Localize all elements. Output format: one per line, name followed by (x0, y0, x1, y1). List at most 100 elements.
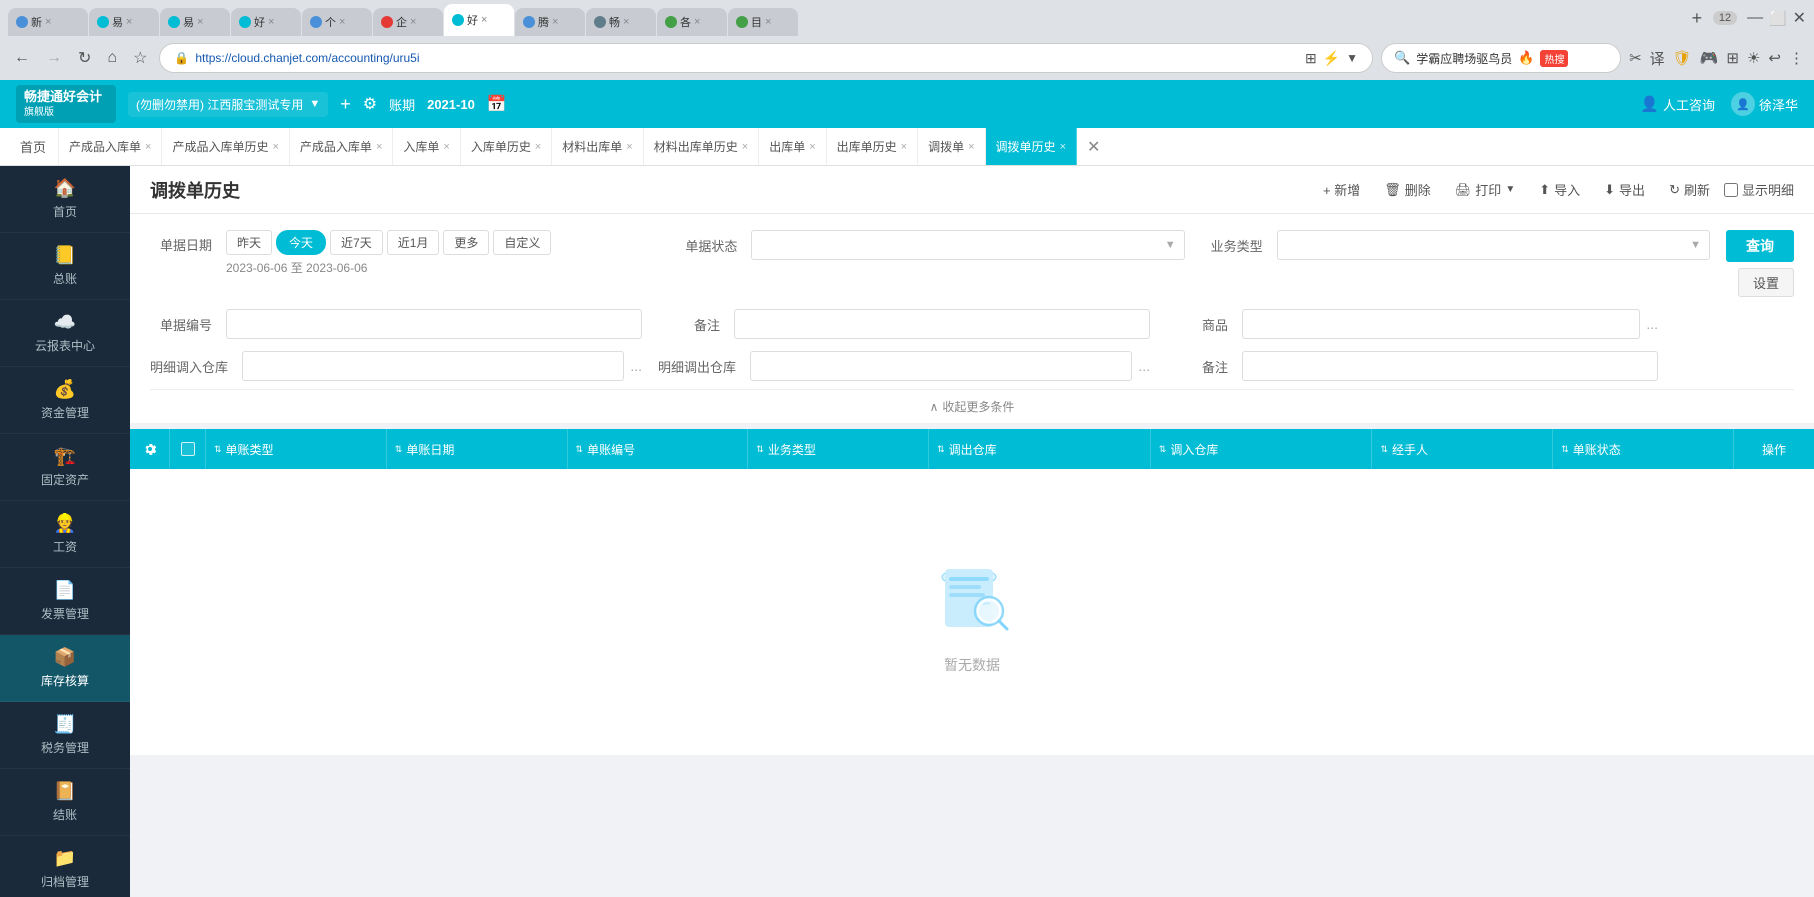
tab-11-active[interactable]: 调拨单历史 × (986, 128, 1077, 166)
th-gear[interactable] (130, 429, 170, 469)
more-icon[interactable]: ⋮ (1789, 49, 1804, 67)
tab-11-close[interactable]: × (1060, 141, 1066, 153)
address-input[interactable]: 🔒 https://cloud.chanjet.com/accounting/u… (159, 43, 1373, 73)
maximize-icon[interactable]: ⬜ (1769, 10, 1786, 27)
tab-close[interactable]: × (765, 16, 771, 28)
sidebar-item-cloud-reports[interactable]: ☁️ 云报表中心 (0, 300, 130, 367)
browser-tab-4[interactable]: 好 × (231, 8, 301, 36)
detail-remark-input[interactable] (1242, 351, 1658, 381)
status-select[interactable]: ▼ (751, 230, 1184, 260)
tab-close[interactable]: × (552, 16, 558, 28)
browser-tab-11[interactable]: 目 × (728, 8, 798, 36)
tab-10-close[interactable]: × (968, 141, 974, 153)
th-biz[interactable]: ⇅ 业务类型 (748, 429, 929, 469)
brightness-icon[interactable]: ☀ (1747, 49, 1760, 67)
tab-8[interactable]: 出库单 × (759, 128, 826, 166)
close-icon[interactable]: ✕ (1793, 8, 1806, 28)
add-company-icon[interactable]: + (340, 94, 351, 115)
header-checkbox[interactable] (181, 442, 195, 456)
tab-4[interactable]: 入库单 × (393, 128, 460, 166)
th-out[interactable]: ⇅ 调出仓库 (929, 429, 1151, 469)
tab-close[interactable]: × (623, 16, 629, 28)
date-btn-today[interactable]: 今天 (276, 230, 326, 255)
th-handler[interactable]: ⇅ 经手人 (1372, 429, 1553, 469)
sidebar-item-tax[interactable]: 🧾 税务管理 (0, 702, 130, 769)
th-into[interactable]: ⇅ 调入仓库 (1151, 429, 1373, 469)
tab-8-close[interactable]: × (809, 141, 815, 153)
tab-9[interactable]: 出库单历史 × (827, 128, 918, 166)
date-btn-1month[interactable]: 近1月 (387, 230, 440, 255)
detail-out-input[interactable] (750, 351, 1132, 381)
sidebar-item-close-account[interactable]: 📔 结账 (0, 769, 130, 836)
query-button[interactable]: 查询 (1726, 230, 1794, 262)
tab-5-close[interactable]: × (535, 141, 541, 153)
home-button[interactable]: ⌂ (103, 45, 121, 71)
sidebar-item-fixed-assets[interactable]: 🏗️ 固定资产 (0, 434, 130, 501)
tab-close[interactable]: × (694, 16, 700, 28)
calendar-icon[interactable]: 📅 (487, 94, 507, 114)
lightning-icon[interactable]: ⚡ (1323, 50, 1340, 67)
minimize-icon[interactable]: — (1747, 9, 1763, 27)
refresh-button[interactable]: ↻ 刷新 (1659, 176, 1720, 203)
goods-more-icon[interactable]: ... (1646, 316, 1658, 332)
browser-tab-2[interactable]: 易 × (89, 8, 159, 36)
sidebar-item-home[interactable]: 🏠 首页 (0, 166, 130, 233)
browser-tab-8[interactable]: 腾 × (515, 8, 585, 36)
undo-icon[interactable]: ↩ (1768, 49, 1781, 67)
date-btn-custom[interactable]: 自定义 (493, 230, 551, 255)
export-button[interactable]: ⬇ 导出 (1594, 176, 1655, 203)
show-more-checkbox[interactable]: 显示明细 (1724, 180, 1794, 199)
tab-5[interactable]: 入库单历史 × (461, 128, 552, 166)
gamepad-icon[interactable]: 🎮 (1700, 49, 1719, 67)
close-all-tabs-icon[interactable]: ✕ (1081, 137, 1106, 157)
grid-icon[interactable]: ⊞ (1726, 49, 1739, 67)
tab-close[interactable]: × (126, 16, 132, 28)
date-btn-more[interactable]: 更多 (443, 230, 489, 255)
shield-icon[interactable]: 🛡 (1673, 49, 1692, 67)
import-button[interactable]: ⬆ 导入 (1529, 176, 1590, 203)
goods-input[interactable] (1242, 309, 1640, 339)
tab-10[interactable]: 调拨单 × (918, 128, 985, 166)
scissors-icon[interactable]: ✂ (1629, 49, 1642, 67)
forward-button[interactable]: → (42, 45, 66, 71)
th-date[interactable]: ⇅ 单账日期 (387, 429, 568, 469)
th-type[interactable]: ⇅ 单账类型 (206, 429, 387, 469)
browser-tab-10[interactable]: 各 × (657, 8, 727, 36)
tab-9-close[interactable]: × (901, 141, 907, 153)
tab-grid-icon[interactable]: ⊞ (1305, 50, 1317, 67)
user-menu[interactable]: 👤 徐泽华 (1731, 92, 1798, 116)
biztype-select[interactable]: ▼ (1277, 230, 1710, 260)
browser-tab-7[interactable]: 好 × (444, 4, 514, 36)
th-checkbox[interactable] (170, 429, 206, 469)
company-selector[interactable]: (勿删勿禁用) 江西服宝测试专用 ▼ (128, 92, 328, 117)
tab-close[interactable]: × (45, 16, 51, 28)
th-num[interactable]: ⇅ 单账编号 (568, 429, 749, 469)
settings-icon[interactable]: ⚙ (363, 94, 377, 114)
sidebar-item-invoice[interactable]: 📄 发票管理 (0, 568, 130, 635)
remark-input[interactable] (734, 309, 1150, 339)
tab-1-close[interactable]: × (145, 141, 151, 153)
print-button[interactable]: 🖨 打印 ▼ (1445, 176, 1525, 203)
sidebar-item-salary[interactable]: 👷 工资 (0, 501, 130, 568)
date-btn-yesterday[interactable]: 昨天 (226, 230, 272, 255)
new-button[interactable]: + 新增 (1313, 176, 1370, 203)
browser-tab-9[interactable]: 畅 × (586, 8, 656, 36)
tab-1[interactable]: 产成品入库单 × (59, 128, 162, 166)
settings-btn[interactable]: 设置 (1738, 268, 1794, 297)
tab-home[interactable]: 首页 (8, 128, 59, 166)
tab-6[interactable]: 材料出库单 × (552, 128, 643, 166)
tab-2[interactable]: 产成品入库单历史 × (162, 128, 289, 166)
date-btn-7days[interactable]: 近7天 (330, 230, 383, 255)
th-status[interactable]: ⇅ 单账状态 (1553, 429, 1734, 469)
tab-close[interactable]: × (268, 16, 274, 28)
delete-button[interactable]: 🗑 删除 (1374, 176, 1441, 203)
tab-4-close[interactable]: × (443, 141, 449, 153)
sidebar-item-capital[interactable]: 💰 资金管理 (0, 367, 130, 434)
tab-3[interactable]: 产成品入库单 × (290, 128, 393, 166)
tab-2-close[interactable]: × (272, 141, 278, 153)
translate-icon[interactable]: 译 (1650, 48, 1665, 69)
detail-in-input[interactable] (242, 351, 624, 381)
reload-button[interactable]: ↻ (74, 44, 95, 72)
back-button[interactable]: ← (10, 45, 34, 71)
support-button[interactable]: 👤 人工咨询 (1640, 95, 1715, 114)
